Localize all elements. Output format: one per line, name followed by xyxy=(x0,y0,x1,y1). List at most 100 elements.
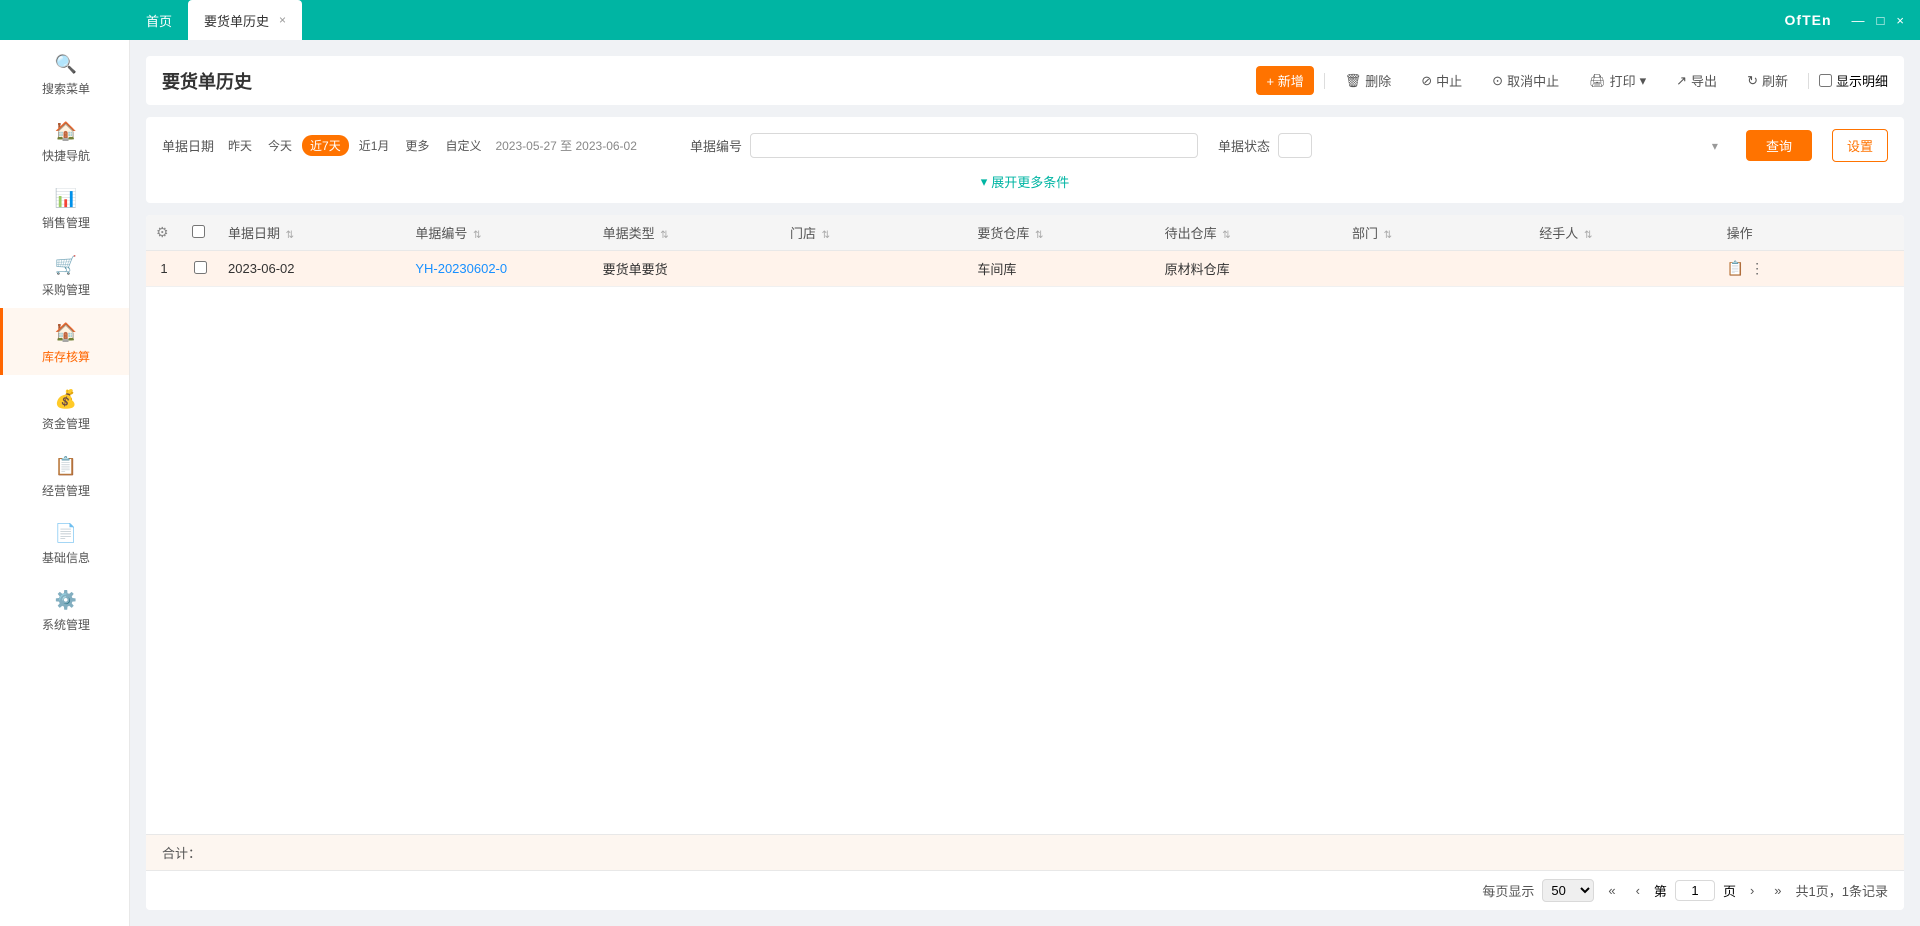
row-more-icon[interactable]: ⋮ xyxy=(1750,260,1764,277)
sort-bill-date[interactable]: ⇅ xyxy=(286,230,294,241)
table-header-row: ⚙ 单据日期 ⇅ 单据编号 ⇅ xyxy=(146,215,1904,251)
cell-num: 1 xyxy=(146,251,182,287)
sidebar-label-purchase: 采购管理 xyxy=(42,281,90,298)
date-btn-last1month[interactable]: 近1月 xyxy=(353,135,396,156)
show-detail-checkbox[interactable] xyxy=(1819,74,1832,87)
settings-filter-button[interactable]: 设置 xyxy=(1832,129,1888,162)
cancel-stop-icon: ⊙ xyxy=(1492,73,1503,89)
col-settings: ⚙ xyxy=(146,215,182,251)
date-btn-custom[interactable]: 自定义 xyxy=(439,135,487,156)
sort-pending-warehouse[interactable]: ⇅ xyxy=(1222,230,1230,241)
delete-button[interactable]: 🗑 删除 xyxy=(1335,66,1402,95)
col-store-label: 门店 xyxy=(790,226,816,241)
tab-requisition-history[interactable]: 要货单历史 × xyxy=(188,0,302,40)
prev-page-btn[interactable]: ‹ xyxy=(1630,881,1646,900)
filter-row-1: 单据日期 昨天 今天 近7天 近1月 更多 自定义 2023-05-27 至 2… xyxy=(162,129,1888,162)
bill-date-label: 单据日期 xyxy=(162,136,214,155)
date-btn-today[interactable]: 今天 xyxy=(262,135,298,156)
sidebar-item-operations[interactable]: 📋 经营管理 xyxy=(0,442,129,509)
sidebar-item-search-menu[interactable]: 🔍 搜索菜单 xyxy=(0,40,129,107)
search-menu-icon: 🔍 xyxy=(55,54,77,75)
sidebar-item-finance[interactable]: 💰 资金管理 xyxy=(0,375,129,442)
col-handler-label: 经手人 xyxy=(1539,226,1578,241)
cell-handler xyxy=(1529,251,1716,287)
minimize-btn[interactable]: — xyxy=(1852,13,1865,28)
close-btn[interactable]: × xyxy=(1896,13,1904,28)
show-detail-label[interactable]: 显示明细 xyxy=(1819,71,1888,90)
cell-checkbox xyxy=(182,251,218,287)
bill-status-label: 单据状态 xyxy=(1218,136,1270,155)
sidebar-item-sales[interactable]: 📊 销售管理 xyxy=(0,174,129,241)
new-button[interactable]: + 新增 xyxy=(1256,66,1313,95)
col-store: 门店 ⇅ xyxy=(780,215,967,251)
col-req-warehouse: 要货仓库 ⇅ xyxy=(967,215,1154,251)
filter-area: 单据日期 昨天 今天 近7天 近1月 更多 自定义 2023-05-27 至 2… xyxy=(146,117,1904,203)
select-all-checkbox[interactable] xyxy=(192,225,205,238)
col-bill-number-label: 单据编号 xyxy=(415,226,467,241)
cell-req-warehouse: 车间库 xyxy=(967,251,1154,287)
last-page-btn[interactable]: » xyxy=(1768,881,1787,900)
tab-home[interactable]: 首页 xyxy=(130,0,188,40)
page-size-select[interactable]: 50 20 100 xyxy=(1542,879,1594,902)
page-header: 要货单历史 + 新增 🗑 删除 ⊘ 中止 ⊙ 取消中止 🖨 打 xyxy=(146,56,1904,105)
date-btn-yesterday[interactable]: 昨天 xyxy=(222,135,258,156)
footer-total-label: 合计： xyxy=(162,843,201,862)
cell-actions: 📋 ⋮ xyxy=(1717,251,1904,287)
cell-bill-date: 2023-06-02 xyxy=(218,251,405,287)
sales-icon: 📊 xyxy=(55,188,77,209)
col-req-warehouse-label: 要货仓库 xyxy=(977,226,1029,241)
table-row: 1 2023-06-02 YH-20230602-0 xyxy=(146,251,1904,287)
next-page-btn[interactable]: › xyxy=(1744,881,1760,900)
date-btn-last7days[interactable]: 近7天 xyxy=(302,135,349,156)
sidebar-item-system[interactable]: ⚙️ 系统管理 xyxy=(0,576,129,643)
expand-row: ▾ 展开更多条件 xyxy=(162,172,1888,191)
sort-req-warehouse[interactable]: ⇅ xyxy=(1035,230,1043,241)
refresh-button[interactable]: ↻ 刷新 xyxy=(1737,66,1798,95)
delete-icon: 🗑 xyxy=(1345,73,1362,89)
first-page-btn[interactable]: « xyxy=(1602,881,1621,900)
brand-logo: OfTEn xyxy=(1785,12,1840,28)
date-btn-more[interactable]: 更多 xyxy=(399,135,435,156)
export-button[interactable]: ↗ 导出 xyxy=(1666,66,1727,95)
pagination-bar: 每页显示 50 20 100 « ‹ 第 页 › » 共1页，1条记录 xyxy=(146,870,1904,910)
main-layout: 🔍 搜索菜单 🏠 快捷导航 📊 销售管理 🛒 采购管理 🏠 库存核算 💰 资金管… xyxy=(0,40,1920,926)
finance-icon: 💰 xyxy=(55,389,77,410)
expand-more-btn[interactable]: ▾ 展开更多条件 xyxy=(981,172,1070,191)
cell-store xyxy=(780,251,967,287)
cancel-stop-button[interactable]: ⊙ 取消中止 xyxy=(1482,66,1569,95)
row-pending-warehouse: 原材料仓库 xyxy=(1165,262,1230,277)
sidebar-item-basic-info[interactable]: 📄 基础信息 xyxy=(0,509,129,576)
sidebar-label-quick-nav: 快捷导航 xyxy=(42,147,90,164)
stop-button[interactable]: ⊘ 中止 xyxy=(1411,66,1472,95)
sort-department[interactable]: ⇅ xyxy=(1384,230,1392,241)
bill-status-select[interactable] xyxy=(1278,133,1312,158)
sidebar: 🔍 搜索菜单 🏠 快捷导航 📊 销售管理 🛒 采购管理 🏠 库存核算 💰 资金管… xyxy=(0,40,130,926)
sort-store[interactable]: ⇅ xyxy=(822,230,830,241)
sidebar-item-purchase[interactable]: 🛒 采购管理 xyxy=(0,241,129,308)
tab-close-icon[interactable]: × xyxy=(279,13,286,27)
col-bill-type: 单据类型 ⇅ xyxy=(593,215,780,251)
row-edit-icon[interactable]: 📋 xyxy=(1727,260,1744,277)
table-scroll-container: ⚙ 单据日期 ⇅ 单据编号 ⇅ xyxy=(146,215,1904,834)
export-label: 导出 xyxy=(1691,71,1717,90)
sidebar-item-quick-nav[interactable]: 🏠 快捷导航 xyxy=(0,107,129,174)
sort-handler[interactable]: ⇅ xyxy=(1584,230,1592,241)
toolbar-divider-2 xyxy=(1808,73,1809,89)
sidebar-label-sales: 销售管理 xyxy=(42,214,90,231)
sort-bill-number[interactable]: ⇅ xyxy=(473,230,481,241)
bill-number-input[interactable] xyxy=(750,133,1198,158)
page-input[interactable] xyxy=(1675,880,1715,901)
top-bar-right: OfTEn — □ × xyxy=(1785,12,1920,28)
sidebar-item-inventory[interactable]: 🏠 库存核算 xyxy=(0,308,129,375)
row-checkbox[interactable] xyxy=(194,261,207,274)
row-bill-number-link[interactable]: YH-20230602-0 xyxy=(415,261,507,276)
sidebar-label-system: 系统管理 xyxy=(42,616,90,633)
sort-bill-type[interactable]: ⇅ xyxy=(660,230,668,241)
print-button[interactable]: 🖨 打印 ▾ xyxy=(1579,66,1656,95)
table-settings-icon[interactable]: ⚙ xyxy=(156,224,169,240)
maximize-btn[interactable]: □ xyxy=(1877,13,1885,28)
cell-bill-number: YH-20230602-0 xyxy=(405,251,592,287)
quick-nav-icon: 🏠 xyxy=(55,121,77,142)
query-button[interactable]: 查询 xyxy=(1746,130,1812,161)
toolbar: + 新增 🗑 删除 ⊘ 中止 ⊙ 取消中止 🖨 打印 ▾ xyxy=(1256,66,1888,95)
